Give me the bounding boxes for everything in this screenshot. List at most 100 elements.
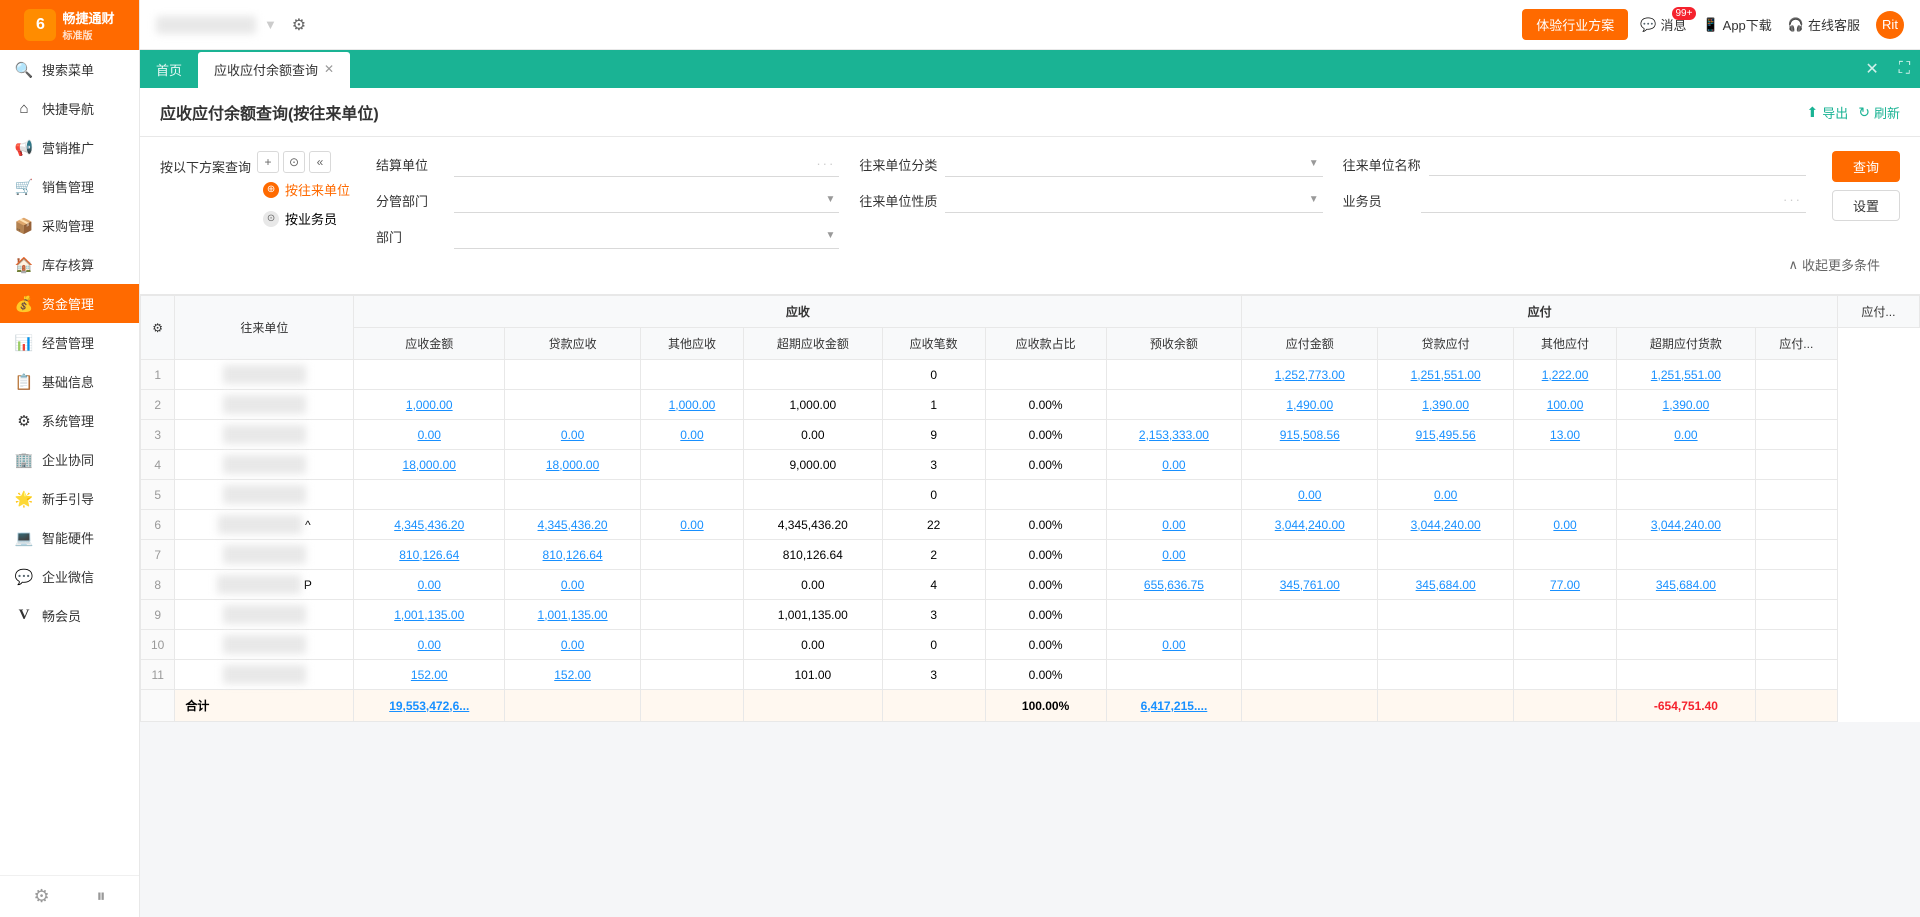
user-avatar[interactable]: Rit [1876,11,1904,39]
sidebar-item-member[interactable]: V 畅会员 [0,596,139,635]
department-input[interactable]: ▼ [454,223,839,249]
unit-nature-input[interactable]: ▼ [945,187,1322,213]
tab-close-icon[interactable]: ✕ [324,62,334,76]
query-button[interactable]: 查询 [1832,151,1900,182]
sidebar-item-search[interactable]: 🔍 搜索菜单 [0,50,139,89]
row-ap-other-2[interactable]: 100.00 [1514,390,1617,420]
row-ap-overdue-6[interactable]: 3,044,240.00 [1617,510,1756,540]
row-ap-amount-2[interactable]: 1,490.00 [1242,390,1378,420]
unit-name-input[interactable] [1429,152,1806,176]
row-ap-amount-6[interactable]: 3,044,240.00 [1242,510,1378,540]
row-ap-loan-6[interactable]: 3,044,240.00 [1378,510,1514,540]
row-ar-prepay-7[interactable]: 0.00 [1106,540,1242,570]
row-ap-other-1[interactable]: 1,222.00 [1514,360,1617,390]
sidebar-item-hardware[interactable]: 💻 智能硬件 [0,518,139,557]
row-ar-loan-11[interactable]: 152.00 [505,660,641,690]
row-ap-overdue-2[interactable]: 1,390.00 [1617,390,1756,420]
row-ar-amount-2[interactable]: 1,000.00 [354,390,505,420]
scheme-item-by-salesman[interactable]: ⊙ 按业务员 [257,206,356,231]
row-ar-other-2[interactable]: 1,000.00 [641,390,744,420]
sidebar-item-inventory[interactable]: 🏠 库存核算 [0,245,139,284]
row-ap-loan-10 [1378,630,1514,660]
row-ap-loan-5[interactable]: 0.00 [1378,480,1514,510]
scheme-collapse-button[interactable]: « [309,151,331,173]
refresh-button[interactable]: ↻ 刷新 [1858,103,1900,122]
row-ap-amount-1[interactable]: 1,252,773.00 [1242,360,1378,390]
tab-home[interactable]: 首页 [140,52,198,87]
row-ar-prepay-3[interactable]: 2,153,333.00 [1106,420,1242,450]
header-settings-icon[interactable]: ⚙ [285,11,313,39]
row-ar-loan-9[interactable]: 1,001,135.00 [505,600,641,630]
collapse-sidebar-icon[interactable]: ⏸ [97,886,106,907]
row-ar-prepay-8[interactable]: 655,636.75 [1106,570,1242,600]
app-download-button[interactable]: 📱 App下载 [1702,15,1771,34]
row-ap-amount-5[interactable]: 0.00 [1242,480,1378,510]
sidebar-item-basic[interactable]: 📋 基础信息 [0,362,139,401]
filter-area: 按以下方案查询 + ⊙ « ⊕ 按往来单位 ⊙ 按业 [140,137,1920,295]
sidebar-item-marketing[interactable]: 📢 营销推广 [0,128,139,167]
table-settings-col[interactable]: ⚙ [141,296,175,360]
row-ap-loan-1[interactable]: 1,251,551.00 [1378,360,1514,390]
row-ap-other-3[interactable]: 13.00 [1514,420,1617,450]
maximize-tab-action[interactable]: ⛶ [1889,60,1920,78]
row-ap-overdue-8[interactable]: 345,684.00 [1617,570,1756,600]
row-ar-loan-4[interactable]: 18,000.00 [505,450,641,480]
message-button[interactable]: 💬 消息 99+ [1640,15,1686,34]
dept-input[interactable]: ▼ [454,187,839,213]
row-ar-amount-11[interactable]: 152.00 [354,660,505,690]
row-ar-prepay-10[interactable]: 0.00 [1106,630,1242,660]
sidebar-item-purchase[interactable]: 📦 采购管理 [0,206,139,245]
export-button[interactable]: ⬆ 导出 [1807,103,1849,122]
row-ar-amount-4[interactable]: 18,000.00 [354,450,505,480]
row-ar-amount-9[interactable]: 1,001,135.00 [354,600,505,630]
sidebar-item-sales[interactable]: 🛒 销售管理 [0,167,139,206]
row-ap-overdue-1[interactable]: 1,251,551.00 [1617,360,1756,390]
set-button[interactable]: 设置 [1832,190,1900,221]
row-ar-loan-10[interactable]: 0.00 [505,630,641,660]
tab-arbalance[interactable]: 应收应付余额查询 ✕ [198,52,350,91]
settings-bottom-icon[interactable]: ⚙ [33,886,49,907]
row-ar-loan-6[interactable]: 4,345,436.20 [505,510,641,540]
row-ar-amount-3[interactable]: 0.00 [354,420,505,450]
sidebar-item-operation[interactable]: 📊 经营管理 [0,323,139,362]
collapse-filter-button[interactable]: ∧ 收起更多条件 [160,249,1900,280]
add-scheme-button[interactable]: + [257,151,279,173]
row-ap-loan-8[interactable]: 345,684.00 [1378,570,1514,600]
row-ar-loan-8[interactable]: 0.00 [505,570,641,600]
row-ap-other-6[interactable]: 0.00 [1514,510,1617,540]
scheme-by-salesman-label: 按业务员 [285,209,337,228]
row-ap-amount-3[interactable]: 915,508.56 [1242,420,1378,450]
row-ap-last-5 [1755,480,1837,510]
row-ar-other-6[interactable]: 0.00 [641,510,744,540]
department-arrow-icon: ▼ [825,230,835,241]
trial-button[interactable]: 体验行业方案 [1522,9,1628,40]
row-ar-amount-6[interactable]: 4,345,436.20 [354,510,505,540]
row-ap-overdue-3[interactable]: 0.00 [1617,420,1756,450]
row-ar-amount-8[interactable]: 0.00 [354,570,505,600]
row-ar-loan-3[interactable]: 0.00 [505,420,641,450]
sidebar-item-finance[interactable]: 💰 资金管理 [0,284,139,323]
row-ar-prepay-4[interactable]: 0.00 [1106,450,1242,480]
unit-category-input[interactable]: ▼ [945,151,1322,177]
row-ap-loan-2[interactable]: 1,390.00 [1378,390,1514,420]
scheme-settings-button[interactable]: ⊙ [283,151,305,173]
close-tab-action[interactable]: ✕ [1855,59,1888,79]
row-ap-loan-3[interactable]: 915,495.56 [1378,420,1514,450]
sidebar-item-enterprise[interactable]: 🏢 企业协同 [0,440,139,479]
scheme-item-by-unit[interactable]: ⊕ 按往来单位 [257,177,356,202]
row-ar-prepay-6[interactable]: 0.00 [1106,510,1242,540]
sidebar-item-nav[interactable]: ⌂ 快捷导航 [0,89,139,128]
sidebar-item-system[interactable]: ⚙ 系统管理 [0,401,139,440]
row-ar-amount-7[interactable]: 810,126.64 [354,540,505,570]
settlement-unit-input[interactable]: ··· [454,151,839,177]
salesman-input[interactable]: ··· [1421,187,1806,213]
row-ar-amount-10[interactable]: 0.00 [354,630,505,660]
online-service-button[interactable]: 🎧 在线客服 [1788,15,1860,34]
sidebar-item-wechat[interactable]: 💬 企业微信 [0,557,139,596]
row-ar-other-3[interactable]: 0.00 [641,420,744,450]
row-ap-amount-8[interactable]: 345,761.00 [1242,570,1378,600]
sidebar-item-guide[interactable]: 🌟 新手引导 [0,479,139,518]
row-ap-other-8[interactable]: 77.00 [1514,570,1617,600]
row-ar-loan-7[interactable]: 810,126.64 [505,540,641,570]
row-unit-3 [175,420,354,450]
